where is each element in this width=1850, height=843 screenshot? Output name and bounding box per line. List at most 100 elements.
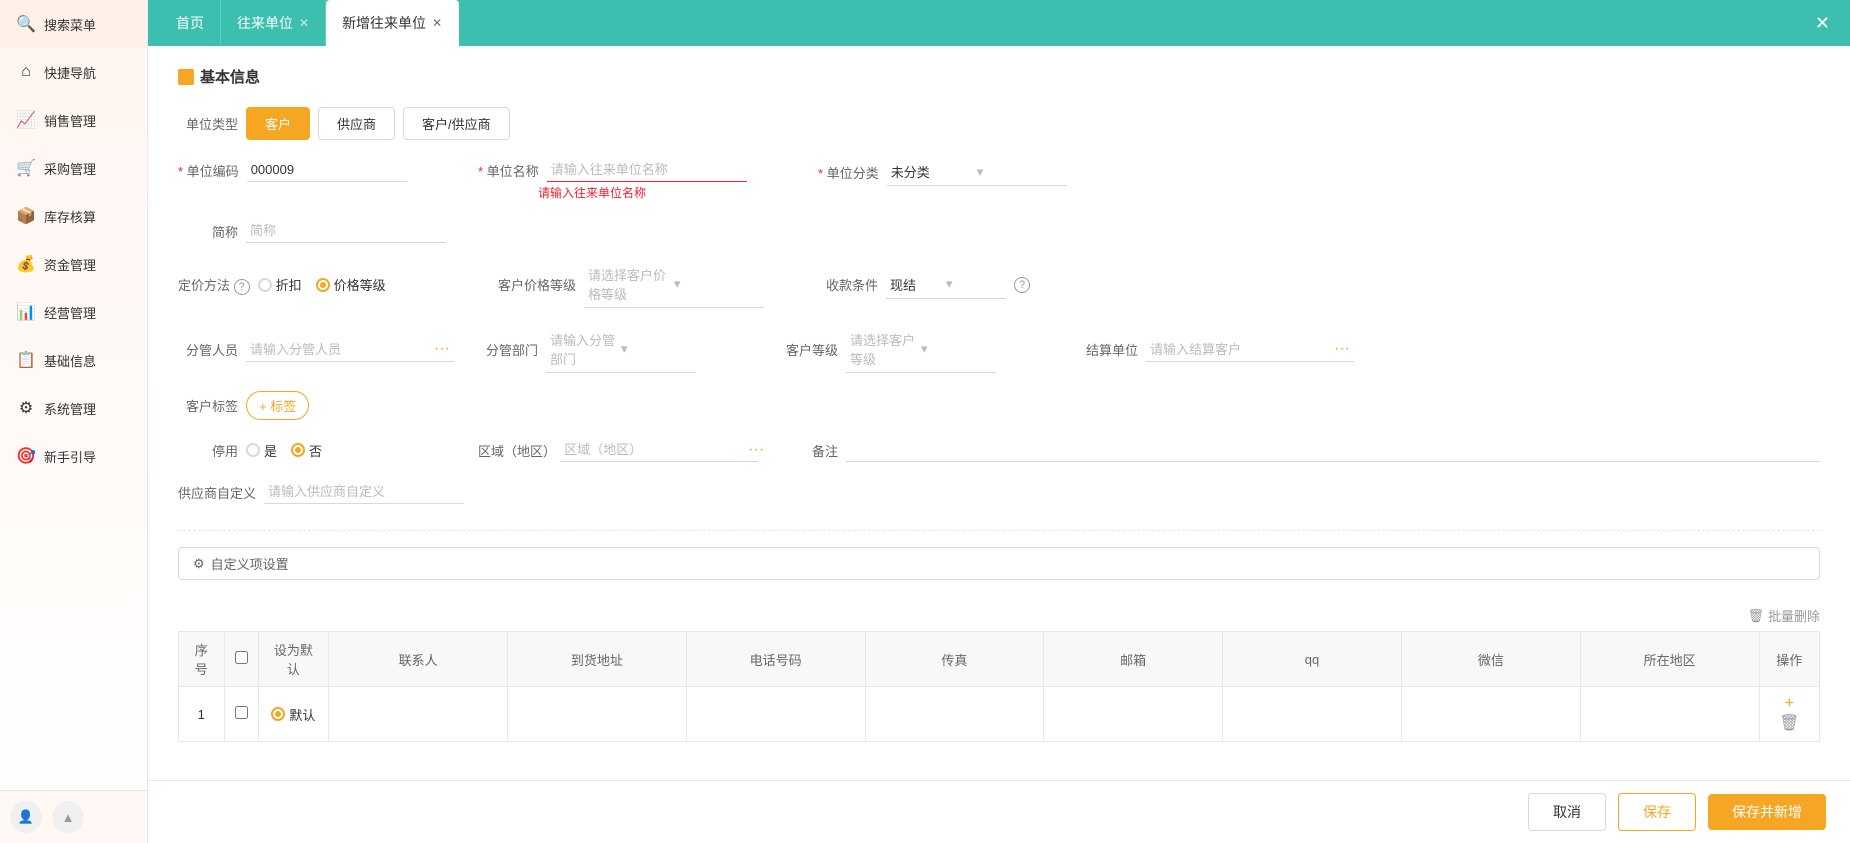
remark-input[interactable] bbox=[846, 438, 1820, 462]
btn-customer[interactable]: 客户 bbox=[246, 107, 310, 140]
customer-price-select[interactable]: 请选择客户价格等级 ▾ bbox=[584, 261, 764, 308]
settings-footer-icon[interactable]: ▲ bbox=[52, 801, 84, 833]
unit-category-label: 单位分类 bbox=[818, 163, 879, 182]
tab-home[interactable]: 首页 bbox=[160, 0, 221, 46]
tab-new-counterparty[interactable]: 新增往来单位 ✕ bbox=[326, 0, 459, 46]
row-address[interactable] bbox=[507, 687, 686, 742]
row-contact[interactable] bbox=[329, 687, 508, 742]
close-all-tabs-button[interactable]: ✕ bbox=[1807, 13, 1838, 34]
disabled-yes-radio[interactable] bbox=[246, 443, 260, 457]
col-checkbox[interactable] bbox=[224, 632, 258, 687]
sidebar-item-guide[interactable]: 🎯 新手引导 bbox=[0, 432, 147, 480]
disabled-no-radio[interactable] bbox=[291, 443, 305, 457]
save-button[interactable]: 保存 bbox=[1618, 793, 1696, 831]
custom-settings-button[interactable]: ⚙ 自定义项设置 bbox=[178, 547, 1820, 580]
sidebar-item-system[interactable]: ⚙ 系统管理 bbox=[0, 384, 147, 432]
supplier-custom-input[interactable] bbox=[264, 480, 464, 504]
customer-level-select[interactable]: 请选择客户等级 ▾ bbox=[846, 326, 996, 373]
tab-new-counterparty-close[interactable]: ✕ bbox=[432, 16, 442, 30]
sidebar-item-sales[interactable]: 📈 销售管理 bbox=[0, 96, 147, 144]
unit-code-input[interactable] bbox=[247, 158, 407, 182]
address-input[interactable] bbox=[518, 707, 676, 722]
payment-help-icon[interactable]: ? bbox=[1014, 277, 1030, 293]
guide-icon: 🎯 bbox=[16, 446, 36, 466]
email-input[interactable] bbox=[1054, 707, 1212, 722]
settlement-input[interactable] bbox=[1146, 338, 1330, 361]
manager-more-btn[interactable]: ··· bbox=[430, 340, 454, 358]
row-actions: + 🗑 bbox=[1759, 687, 1820, 742]
payment-condition-select[interactable]: 现结 ▾ bbox=[886, 271, 1006, 299]
customer-level-field: 客户等级 请选择客户等级 ▾ bbox=[778, 326, 1058, 373]
qq-input[interactable] bbox=[1233, 707, 1391, 722]
select-all-checkbox[interactable] bbox=[235, 651, 248, 664]
row-default[interactable]: 默认 bbox=[258, 687, 329, 742]
region-input2[interactable] bbox=[1591, 707, 1749, 722]
short-name-label: 简称 bbox=[178, 222, 238, 241]
sidebar-item-finance[interactable]: 💰 资金管理 bbox=[0, 240, 147, 288]
home-icon: ⌂ bbox=[16, 62, 36, 82]
add-tag-button[interactable]: + 标签 bbox=[246, 391, 309, 420]
phone-input[interactable] bbox=[697, 707, 855, 722]
dept-select[interactable]: 请输入分管部门 ▾ bbox=[546, 326, 696, 373]
sidebar-item-operations[interactable]: 📊 经营管理 bbox=[0, 288, 147, 336]
sidebar-item-label: 资金管理 bbox=[44, 255, 96, 274]
pricing-discount-radio[interactable] bbox=[258, 278, 272, 292]
pricing-level-option[interactable]: 价格等级 bbox=[316, 275, 386, 294]
tab-counterparty[interactable]: 往来单位 ✕ bbox=[221, 0, 326, 46]
row-fax[interactable] bbox=[865, 687, 1044, 742]
tab-counterparty-label: 往来单位 bbox=[237, 13, 293, 33]
region-more-btn[interactable]: ··· bbox=[744, 441, 768, 459]
delete-row-btn[interactable]: 🗑 bbox=[1779, 715, 1799, 732]
btn-both[interactable]: 客户/供应商 bbox=[403, 107, 510, 140]
btn-supplier[interactable]: 供应商 bbox=[318, 107, 395, 140]
row-qq[interactable] bbox=[1223, 687, 1402, 742]
customer-price-field: 客户价格等级 请选择客户价格等级 ▾ bbox=[498, 261, 798, 308]
unit-category-select[interactable]: 未分类 ▾ bbox=[887, 158, 1067, 186]
sidebar-item-quicknav[interactable]: ⌂ 快捷导航 bbox=[0, 48, 147, 96]
sidebar-item-label: 经营管理 bbox=[44, 303, 96, 322]
bottom-bar: 取消 保存 保存并新增 bbox=[148, 780, 1850, 843]
disabled-no-option[interactable]: 否 bbox=[291, 441, 322, 460]
user-avatar[interactable]: 👤 bbox=[10, 801, 42, 833]
sidebar: 🔍 搜索菜单 ⌂ 快捷导航 📈 销售管理 🛒 采购管理 📦 库存核算 💰 资金管… bbox=[0, 0, 148, 843]
disabled-yes-label: 是 bbox=[264, 441, 277, 460]
sidebar-item-basic-info[interactable]: 📋 基础信息 bbox=[0, 336, 147, 384]
row-phone[interactable] bbox=[686, 687, 865, 742]
disabled-yes-option[interactable]: 是 bbox=[246, 441, 277, 460]
sales-icon: 📈 bbox=[16, 110, 36, 130]
cancel-button[interactable]: 取消 bbox=[1528, 793, 1606, 831]
unit-name-label: 单位名称 bbox=[478, 161, 539, 180]
col-contact: 联系人 bbox=[329, 632, 508, 687]
pricing-help-icon[interactable]: ? bbox=[234, 279, 250, 295]
pricing-level-radio[interactable] bbox=[316, 278, 330, 292]
bulk-delete-button[interactable]: 🗑 批量删除 bbox=[1747, 606, 1820, 625]
settlement-more-btn[interactable]: ··· bbox=[1330, 340, 1354, 358]
contact-input[interactable] bbox=[339, 707, 497, 722]
row-wechat[interactable] bbox=[1401, 687, 1580, 742]
section-icon bbox=[178, 69, 194, 85]
region-input[interactable] bbox=[560, 438, 744, 461]
sidebar-item-purchase[interactable]: 🛒 采购管理 bbox=[0, 144, 147, 192]
sidebar-item-search[interactable]: 🔍 搜索菜单 bbox=[0, 0, 147, 48]
unit-type-btn-group: 客户 供应商 客户/供应商 bbox=[246, 107, 510, 140]
save-new-button[interactable]: 保存并新增 bbox=[1708, 794, 1826, 830]
manager-input[interactable] bbox=[246, 338, 430, 361]
pricing-discount-option[interactable]: 折扣 bbox=[258, 275, 302, 294]
unit-name-input[interactable] bbox=[547, 158, 747, 182]
customer-price-placeholder: 请选择客户价格等级 bbox=[588, 265, 674, 303]
short-name-input[interactable] bbox=[246, 219, 446, 243]
row-email[interactable] bbox=[1044, 687, 1223, 742]
row-region[interactable] bbox=[1580, 687, 1759, 742]
row-select-checkbox[interactable] bbox=[235, 706, 248, 719]
row-checkbox[interactable] bbox=[224, 687, 258, 742]
wechat-input[interactable] bbox=[1412, 707, 1570, 722]
sidebar-item-label: 快捷导航 bbox=[44, 63, 96, 82]
fax-input[interactable] bbox=[876, 707, 1034, 722]
default-radio[interactable] bbox=[271, 707, 285, 721]
supplier-custom-field: 供应商自定义 bbox=[178, 480, 538, 504]
system-icon: ⚙ bbox=[16, 398, 36, 418]
sidebar-item-inventory[interactable]: 📦 库存核算 bbox=[0, 192, 147, 240]
tab-counterparty-close[interactable]: ✕ bbox=[299, 16, 309, 30]
add-row-btn[interactable]: + bbox=[1785, 695, 1794, 712]
default-radio-item[interactable]: 默认 bbox=[269, 705, 319, 724]
